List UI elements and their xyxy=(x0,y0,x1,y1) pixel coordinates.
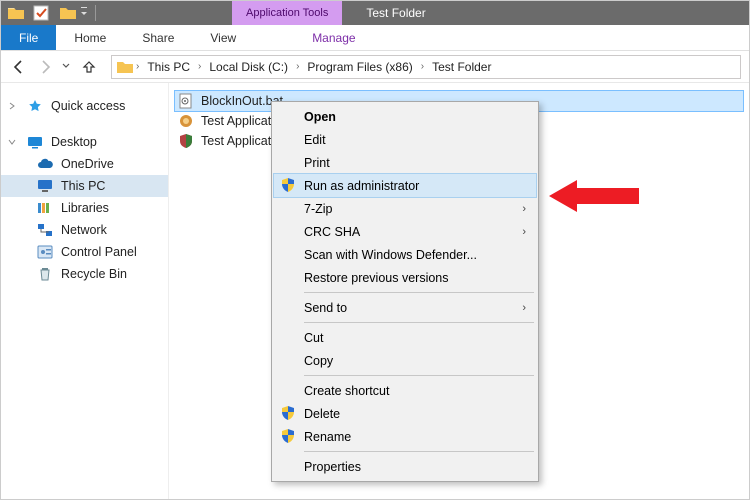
controlpanel-icon xyxy=(37,244,53,260)
ctx-open[interactable]: Open xyxy=(274,105,536,128)
ctx-separator xyxy=(304,375,534,376)
navpane-desktop[interactable]: Desktop xyxy=(1,131,168,153)
batch-file-icon xyxy=(177,93,195,109)
ctx-restore-versions[interactable]: Restore previous versions xyxy=(274,266,536,289)
navpane-libraries[interactable]: Libraries xyxy=(1,197,168,219)
navpane-onedrive[interactable]: OneDrive xyxy=(1,153,168,175)
navpane-label: Quick access xyxy=(51,99,125,113)
ctx-create-shortcut[interactable]: Create shortcut xyxy=(274,379,536,402)
ctx-send-to[interactable]: Send to› xyxy=(274,296,536,319)
submenu-arrow-icon: › xyxy=(522,203,526,215)
application-icon xyxy=(177,133,195,149)
star-icon xyxy=(27,98,43,114)
breadcrumb-segment[interactable]: Test Folder xyxy=(426,60,497,74)
nav-recent-dropdown[interactable] xyxy=(61,58,73,76)
navpane-label: Desktop xyxy=(51,135,97,149)
qat-newfolder-icon[interactable] xyxy=(57,2,79,24)
navigation-pane: Quick access Desktop OneDrive This PC xyxy=(1,83,169,499)
navpane-label: OneDrive xyxy=(61,157,114,171)
chevron-right-icon[interactable] xyxy=(7,101,17,111)
chevron-right-icon[interactable]: › xyxy=(421,61,424,72)
quick-access-toolbar xyxy=(1,2,102,24)
monitor-icon xyxy=(37,178,53,194)
submenu-arrow-icon: › xyxy=(522,226,526,238)
navpane-label: Control Panel xyxy=(61,245,137,259)
nav-forward-button[interactable] xyxy=(35,57,55,77)
cloud-icon xyxy=(37,156,53,172)
libraries-icon xyxy=(37,200,53,216)
qat-customize-dropdown[interactable] xyxy=(79,2,89,24)
ctx-print[interactable]: Print xyxy=(274,151,536,174)
chevron-right-icon[interactable]: › xyxy=(136,61,139,72)
address-folder-icon xyxy=(116,58,134,76)
navpane-recycle-bin[interactable]: Recycle Bin xyxy=(1,263,168,285)
ctx-separator xyxy=(304,292,534,293)
context-menu: Open Edit Print Run as administrator 7-Z… xyxy=(271,101,539,482)
ctx-properties[interactable]: Properties xyxy=(274,455,536,478)
ctx-copy[interactable]: Copy xyxy=(274,349,536,372)
address-bar[interactable]: › This PC › Local Disk (C:) › Program Fi… xyxy=(111,55,741,79)
tab-file[interactable]: File xyxy=(1,25,56,50)
uac-shield-icon xyxy=(280,177,296,193)
ctx-delete[interactable]: Delete xyxy=(274,402,536,425)
tab-home[interactable]: Home xyxy=(56,25,124,50)
navpane-label: Libraries xyxy=(61,201,109,215)
ctx-cut[interactable]: Cut xyxy=(274,326,536,349)
uac-shield-icon xyxy=(280,428,296,444)
ctx-rename[interactable]: Rename xyxy=(274,425,536,448)
ctx-separator xyxy=(304,451,534,452)
window-title: Test Folder xyxy=(342,1,449,25)
navpane-label: This PC xyxy=(61,179,105,193)
navpane-label: Network xyxy=(61,223,107,237)
chevron-right-icon[interactable]: › xyxy=(198,61,201,72)
tab-manage[interactable]: Manage xyxy=(294,25,373,50)
application-icon xyxy=(177,113,195,129)
navigation-row: › This PC › Local Disk (C:) › Program Fi… xyxy=(1,51,749,83)
navpane-label: Recycle Bin xyxy=(61,267,127,281)
submenu-arrow-icon: › xyxy=(522,302,526,314)
ctx-defender-scan[interactable]: Scan with Windows Defender... xyxy=(274,243,536,266)
qat-folder-icon[interactable] xyxy=(5,2,27,24)
navpane-control-panel[interactable]: Control Panel xyxy=(1,241,168,263)
ctx-edit[interactable]: Edit xyxy=(274,128,536,151)
navpane-network[interactable]: Network xyxy=(1,219,168,241)
navpane-this-pc[interactable]: This PC xyxy=(1,175,168,197)
qat-separator xyxy=(95,5,96,21)
network-icon xyxy=(37,222,53,238)
chevron-right-icon[interactable]: › xyxy=(296,61,299,72)
contextual-tab-group: Application Tools Test Folder xyxy=(232,1,450,25)
nav-back-button[interactable] xyxy=(9,57,29,77)
contextual-tab-label: Application Tools xyxy=(232,1,342,25)
breadcrumb-segment[interactable]: This PC xyxy=(141,60,196,74)
annotation-arrow xyxy=(549,177,639,215)
breadcrumb-segment[interactable]: Program Files (x86) xyxy=(301,60,418,74)
ribbon-tabs: File Home Share View Manage xyxy=(1,25,749,51)
desktop-icon xyxy=(27,134,43,150)
tab-view[interactable]: View xyxy=(192,25,254,50)
ctx-crc-sha[interactable]: CRC SHA› xyxy=(274,220,536,243)
breadcrumb-segment[interactable]: Local Disk (C:) xyxy=(203,60,294,74)
navpane-quick-access[interactable]: Quick access xyxy=(1,95,168,117)
recyclebin-icon xyxy=(37,266,53,282)
nav-up-button[interactable] xyxy=(79,57,99,77)
ctx-7zip[interactable]: 7-Zip› xyxy=(274,197,536,220)
uac-shield-icon xyxy=(280,405,296,421)
tab-share[interactable]: Share xyxy=(124,25,192,50)
ctx-separator xyxy=(304,322,534,323)
qat-properties-icon[interactable] xyxy=(31,2,53,24)
ctx-run-as-admin[interactable]: Run as administrator xyxy=(274,174,536,197)
chevron-down-icon[interactable] xyxy=(7,137,17,147)
title-bar: Application Tools Test Folder xyxy=(1,1,749,25)
